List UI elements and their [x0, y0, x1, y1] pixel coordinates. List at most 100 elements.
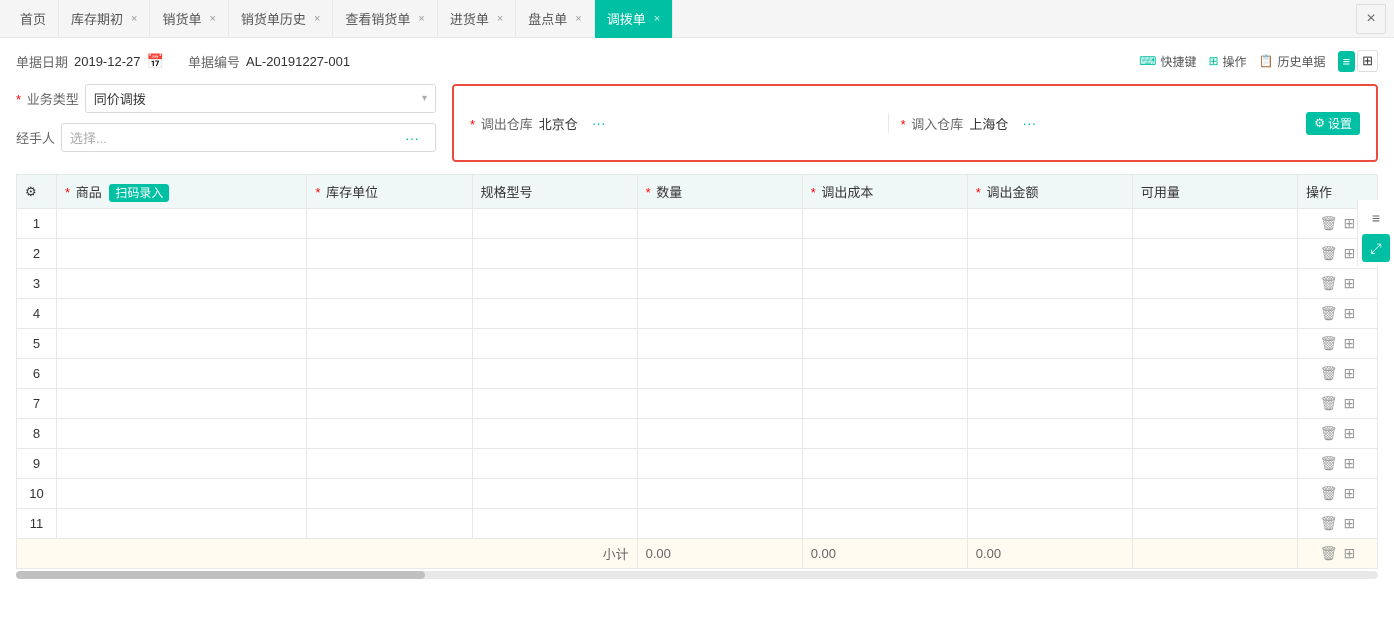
cell-unit[interactable]: [307, 299, 472, 329]
tab-purchase-close[interactable]: ×: [497, 13, 503, 25]
cell-quantity[interactable]: [637, 389, 802, 419]
cell-amount[interactable]: [967, 359, 1132, 389]
tab-inventory-init-close[interactable]: ×: [131, 13, 137, 25]
tab-purchase[interactable]: 进货单 ×: [438, 0, 516, 38]
cell-product[interactable]: [57, 389, 307, 419]
copy-icon[interactable]: ⊞: [1344, 215, 1356, 232]
scan-button[interactable]: 扫码录入: [109, 184, 169, 202]
cell-cost[interactable]: [802, 419, 967, 449]
cell-spec[interactable]: [472, 359, 637, 389]
tab-home[interactable]: 首页: [8, 0, 59, 38]
cell-spec[interactable]: [472, 239, 637, 269]
delete-icon[interactable]: 🗑: [1320, 485, 1338, 502]
copy-icon[interactable]: ⊞: [1344, 425, 1356, 442]
business-type-select[interactable]: 同价调拨 ▾: [85, 84, 436, 113]
cell-available[interactable]: [1132, 359, 1297, 389]
cell-product[interactable]: [57, 209, 307, 239]
tab-sales-order[interactable]: 销货单 ×: [150, 0, 228, 38]
cell-cost[interactable]: [802, 269, 967, 299]
cell-quantity[interactable]: [637, 359, 802, 389]
cell-spec[interactable]: [472, 389, 637, 419]
cell-cost[interactable]: [802, 479, 967, 509]
cell-available[interactable]: [1132, 509, 1297, 539]
cell-quantity[interactable]: [637, 479, 802, 509]
cell-amount[interactable]: [967, 419, 1132, 449]
cell-cost[interactable]: [802, 509, 967, 539]
copy-icon[interactable]: ⊞: [1344, 305, 1356, 322]
grid-view-btn[interactable]: ⊞: [1357, 50, 1378, 72]
cell-spec[interactable]: [472, 299, 637, 329]
copy-icon[interactable]: ⊞: [1344, 485, 1356, 502]
cell-unit[interactable]: [307, 359, 472, 389]
list-view-btn[interactable]: ≡: [1338, 51, 1356, 72]
cell-available[interactable]: [1132, 419, 1297, 449]
cell-available[interactable]: [1132, 209, 1297, 239]
delete-icon[interactable]: 🗑: [1320, 365, 1338, 382]
tab-sales-history[interactable]: 销货单历史 ×: [229, 0, 333, 38]
cell-available[interactable]: [1132, 449, 1297, 479]
cell-cost[interactable]: [802, 239, 967, 269]
tab-inventory-init[interactable]: 库存期初 ×: [59, 0, 150, 38]
tab-inventory-check-close[interactable]: ×: [575, 13, 581, 25]
cell-available[interactable]: [1132, 239, 1297, 269]
warehouse-out-more-icon[interactable]: ···: [584, 115, 614, 131]
cell-product[interactable]: [57, 329, 307, 359]
cell-spec[interactable]: [472, 419, 637, 449]
cell-quantity[interactable]: [637, 299, 802, 329]
cell-quantity[interactable]: [637, 239, 802, 269]
cell-unit[interactable]: [307, 239, 472, 269]
history-button[interactable]: 📋 历史单据: [1259, 53, 1326, 70]
cell-amount[interactable]: [967, 479, 1132, 509]
tab-sales-order-close[interactable]: ×: [209, 13, 215, 25]
scrollbar-thumb[interactable]: [16, 571, 425, 579]
delete-icon[interactable]: 🗑: [1320, 335, 1338, 352]
cell-amount[interactable]: [967, 389, 1132, 419]
cell-spec[interactable]: [472, 509, 637, 539]
cell-quantity[interactable]: [637, 329, 802, 359]
cell-cost[interactable]: [802, 329, 967, 359]
copy-icon[interactable]: ⊞: [1344, 245, 1356, 262]
cell-unit[interactable]: [307, 419, 472, 449]
cell-unit[interactable]: [307, 509, 472, 539]
th-settings[interactable]: ⚙: [17, 175, 57, 209]
cell-unit[interactable]: [307, 209, 472, 239]
cell-quantity[interactable]: [637, 269, 802, 299]
cell-quantity[interactable]: [637, 509, 802, 539]
cell-unit[interactable]: [307, 479, 472, 509]
delete-icon[interactable]: 🗑: [1320, 305, 1338, 322]
copy-icon[interactable]: ⊞: [1344, 395, 1356, 412]
summary-copy-icon[interactable]: ⊞: [1344, 545, 1356, 562]
cell-cost[interactable]: [802, 359, 967, 389]
delete-icon[interactable]: 🗑: [1320, 275, 1338, 292]
copy-icon[interactable]: ⊞: [1344, 515, 1356, 532]
tab-view-sales-close[interactable]: ×: [418, 13, 424, 25]
cell-available[interactable]: [1132, 299, 1297, 329]
cell-amount[interactable]: [967, 329, 1132, 359]
cell-quantity[interactable]: [637, 449, 802, 479]
delete-icon[interactable]: 🗑: [1320, 245, 1338, 262]
sidebar-list-icon[interactable]: ≡: [1362, 204, 1390, 232]
cell-product[interactable]: [57, 239, 307, 269]
cell-quantity[interactable]: [637, 209, 802, 239]
copy-icon[interactable]: ⊞: [1344, 455, 1356, 472]
cell-cost[interactable]: [802, 389, 967, 419]
cell-spec[interactable]: [472, 479, 637, 509]
cell-available[interactable]: [1132, 329, 1297, 359]
manager-more-icon[interactable]: ···: [397, 130, 427, 146]
cell-amount[interactable]: [967, 209, 1132, 239]
cell-spec[interactable]: [472, 209, 637, 239]
cell-amount[interactable]: [967, 509, 1132, 539]
cell-unit[interactable]: [307, 389, 472, 419]
cell-amount[interactable]: [967, 299, 1132, 329]
tab-inventory-check[interactable]: 盘点单 ×: [516, 0, 594, 38]
copy-icon[interactable]: ⊞: [1344, 335, 1356, 352]
cell-available[interactable]: [1132, 269, 1297, 299]
manager-select[interactable]: 选择... ···: [61, 123, 436, 152]
tab-transfer-close[interactable]: ×: [654, 13, 660, 25]
delete-icon[interactable]: 🗑: [1320, 515, 1338, 532]
calendar-icon[interactable]: 📅: [147, 53, 164, 70]
summary-delete-icon[interactable]: 🗑: [1320, 545, 1338, 562]
cell-cost[interactable]: [802, 449, 967, 479]
cell-amount[interactable]: [967, 239, 1132, 269]
cell-product[interactable]: [57, 269, 307, 299]
